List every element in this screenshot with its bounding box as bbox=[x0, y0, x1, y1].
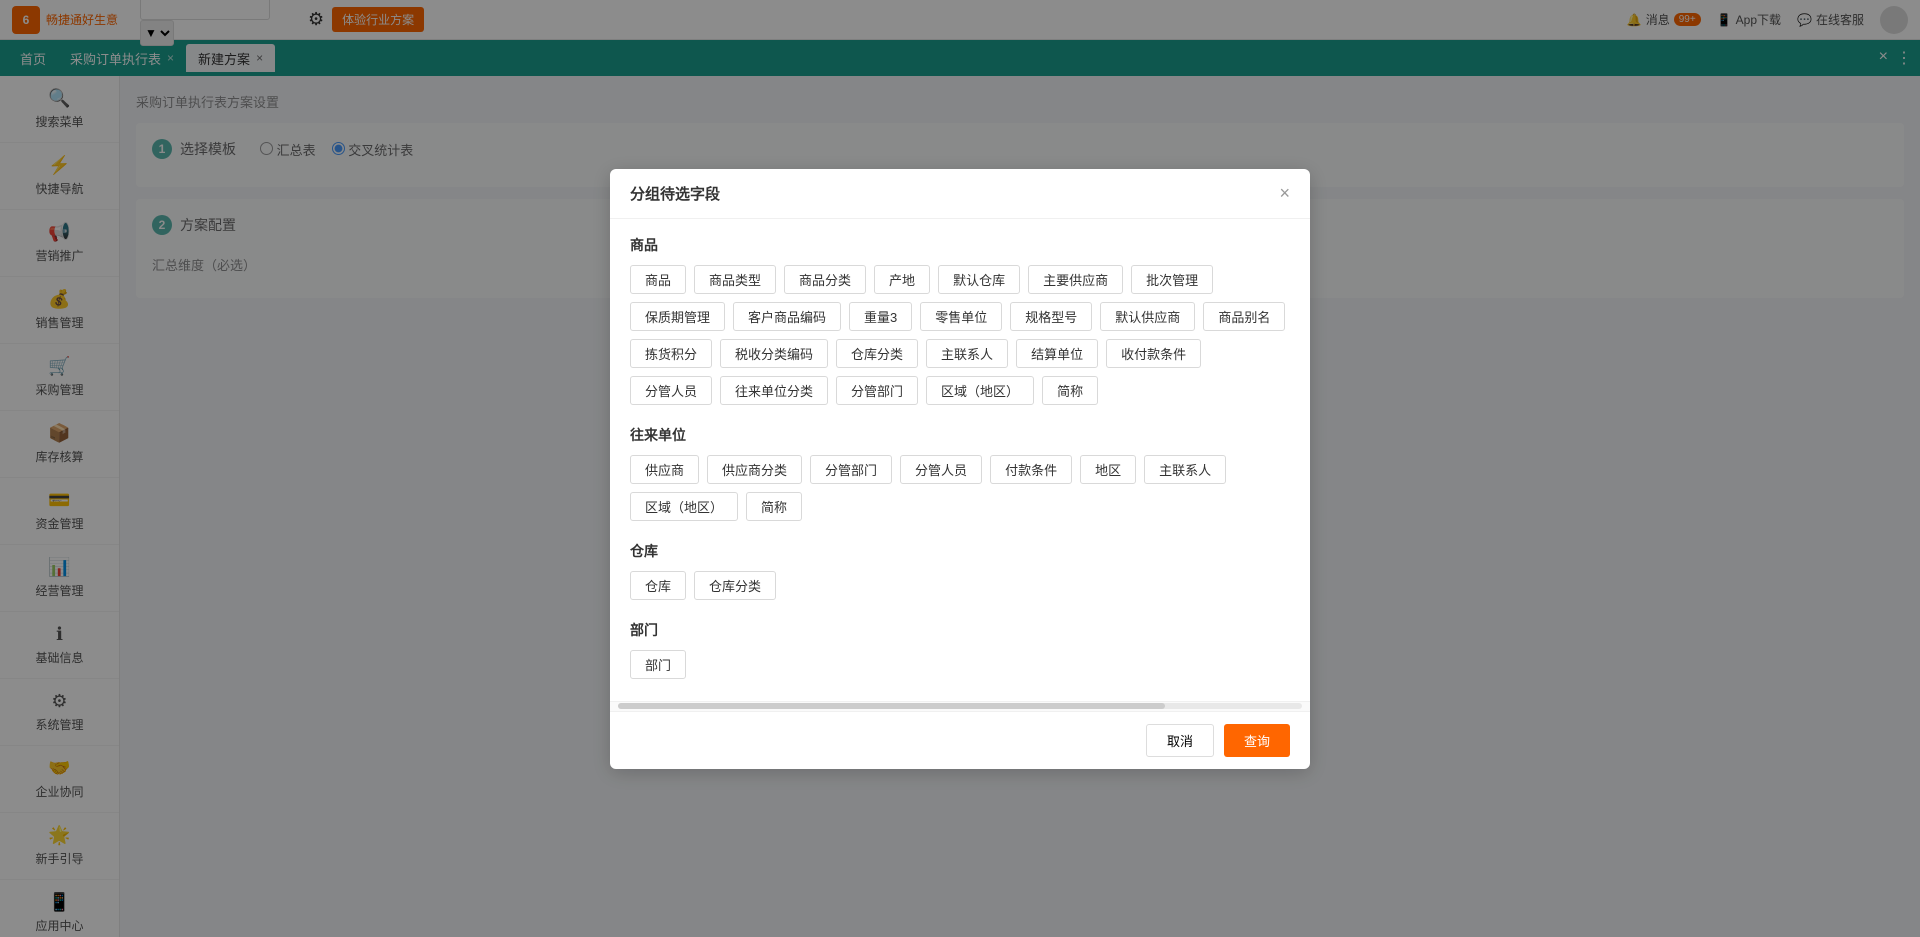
field-tag-region-cp[interactable]: 地区 bbox=[1080, 455, 1136, 484]
field-tag-main-contact[interactable]: 主联系人 bbox=[926, 339, 1008, 368]
field-tag-main-supplier[interactable]: 主要供应商 bbox=[1028, 265, 1123, 294]
modal-footer: 取消 查询 bbox=[610, 711, 1310, 769]
field-tag-abbr-cp[interactable]: 简称 bbox=[746, 492, 802, 521]
cancel-button[interactable]: 取消 bbox=[1146, 724, 1214, 757]
field-tag-supervisor[interactable]: 分管人员 bbox=[630, 376, 712, 405]
field-group-goods-title: 商品 bbox=[630, 235, 1290, 255]
field-tag-weight3[interactable]: 重量3 bbox=[849, 302, 912, 331]
field-group-goods: 商品 商品 商品类型 商品分类 产地 默认仓库 主要供应商 批次管理 保质期管理… bbox=[630, 235, 1290, 405]
field-group-warehouse-title: 仓库 bbox=[630, 541, 1290, 561]
field-tag-counterpart-category[interactable]: 往来单位分类 bbox=[720, 376, 828, 405]
field-tag-retail-unit[interactable]: 零售单位 bbox=[920, 302, 1002, 331]
field-tag-warehouse[interactable]: 仓库 bbox=[630, 571, 686, 600]
field-tags-warehouse: 仓库 仓库分类 bbox=[630, 571, 1290, 600]
field-group-dept-title: 部门 bbox=[630, 620, 1290, 640]
field-tag-dept-mgr[interactable]: 分管部门 bbox=[810, 455, 892, 484]
modal-dialog: 分组待选字段 × 商品 商品 商品类型 商品分类 产地 默认仓库 主要供应商 批… bbox=[610, 169, 1310, 769]
modal-hscroll[interactable] bbox=[610, 701, 1310, 711]
modal-title: 分组待选字段 bbox=[630, 183, 720, 204]
field-tag-customer-code[interactable]: 客户商品编码 bbox=[733, 302, 841, 331]
field-tag-abbr-goods[interactable]: 简称 bbox=[1042, 376, 1098, 405]
field-tag-region-goods[interactable]: 区域（地区） bbox=[926, 376, 1034, 405]
field-tag-default-warehouse[interactable]: 默认仓库 bbox=[938, 265, 1020, 294]
field-tag-goods-alias[interactable]: 商品别名 bbox=[1203, 302, 1285, 331]
field-tag-tax-code[interactable]: 税收分类编码 bbox=[720, 339, 828, 368]
field-tags-dept: 部门 bbox=[630, 650, 1290, 679]
field-tag-goods-category[interactable]: 商品分类 bbox=[784, 265, 866, 294]
field-tags-goods: 商品 商品类型 商品分类 产地 默认仓库 主要供应商 批次管理 保质期管理 客户… bbox=[630, 265, 1290, 405]
modal-close-btn[interactable]: × bbox=[1279, 184, 1290, 202]
field-tag-supplier[interactable]: 供应商 bbox=[630, 455, 699, 484]
field-tag-main-contact-cp[interactable]: 主联系人 bbox=[1144, 455, 1226, 484]
field-tag-payment-cond[interactable]: 付款条件 bbox=[990, 455, 1072, 484]
field-group-counterpart-title: 往来单位 bbox=[630, 425, 1290, 445]
field-tag-spec[interactable]: 规格型号 bbox=[1010, 302, 1092, 331]
field-tag-default-supplier[interactable]: 默认供应商 bbox=[1100, 302, 1195, 331]
confirm-button[interactable]: 查询 bbox=[1224, 724, 1290, 757]
field-group-warehouse: 仓库 仓库 仓库分类 bbox=[630, 541, 1290, 600]
field-tag-batch-management[interactable]: 批次管理 bbox=[1131, 265, 1213, 294]
field-tag-dept[interactable]: 部门 bbox=[630, 650, 686, 679]
field-tags-counterpart: 供应商 供应商分类 分管部门 分管人员 付款条件 地区 主联系人 区域（地区） … bbox=[630, 455, 1290, 521]
field-tag-region-area-cp[interactable]: 区域（地区） bbox=[630, 492, 738, 521]
field-tag-dept-supervisor[interactable]: 分管部门 bbox=[836, 376, 918, 405]
modal-header: 分组待选字段 × bbox=[610, 169, 1310, 219]
field-tag-pick-points[interactable]: 拣货积分 bbox=[630, 339, 712, 368]
field-tag-payment-terms[interactable]: 收付款条件 bbox=[1106, 339, 1201, 368]
field-group-dept: 部门 部门 bbox=[630, 620, 1290, 679]
field-tag-shelf-life[interactable]: 保质期管理 bbox=[630, 302, 725, 331]
field-group-counterpart: 往来单位 供应商 供应商分类 分管部门 分管人员 付款条件 地区 主联系人 区域… bbox=[630, 425, 1290, 521]
field-tag-goods-type[interactable]: 商品类型 bbox=[694, 265, 776, 294]
field-tag-person-mgr[interactable]: 分管人员 bbox=[900, 455, 982, 484]
field-tag-settlement-unit[interactable]: 结算单位 bbox=[1016, 339, 1098, 368]
modal-body: 商品 商品 商品类型 商品分类 产地 默认仓库 主要供应商 批次管理 保质期管理… bbox=[610, 219, 1310, 701]
field-tag-supplier-category[interactable]: 供应商分类 bbox=[707, 455, 802, 484]
field-tag-warehouse-cat[interactable]: 仓库分类 bbox=[694, 571, 776, 600]
field-tag-goods[interactable]: 商品 bbox=[630, 265, 686, 294]
field-tag-warehouse-category[interactable]: 仓库分类 bbox=[836, 339, 918, 368]
modal-overlay: 分组待选字段 × 商品 商品 商品类型 商品分类 产地 默认仓库 主要供应商 批… bbox=[0, 0, 1920, 937]
field-tag-origin[interactable]: 产地 bbox=[874, 265, 930, 294]
